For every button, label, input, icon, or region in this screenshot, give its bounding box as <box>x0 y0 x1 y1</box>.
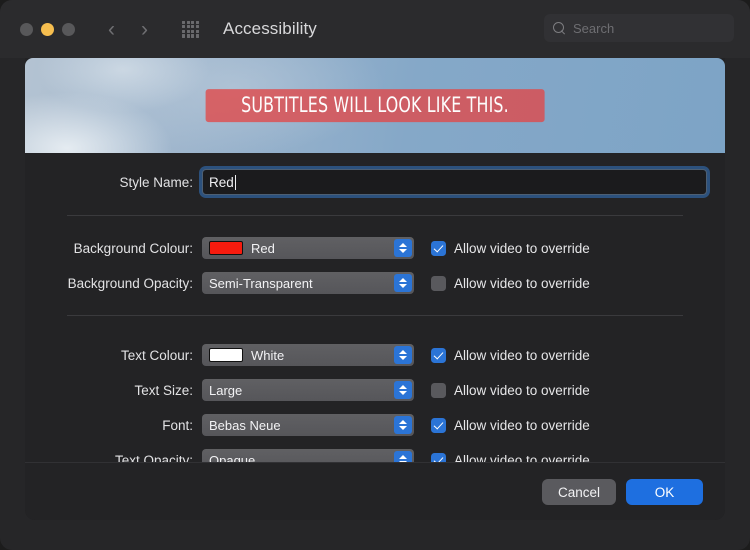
background-colour-stepper-icon[interactable] <box>394 239 412 257</box>
subtitle-style-sheet: SUBTITLES WILL LOOK LIKE THIS. Style Nam… <box>25 58 725 520</box>
background-colour-override[interactable]: Allow video to override <box>431 241 590 256</box>
text-size-stepper-icon[interactable] <box>394 381 412 399</box>
window-toolbar: ‹ › Accessibility Search <box>0 0 750 58</box>
background-opacity-override-label: Allow video to override <box>454 276 590 291</box>
text-colour-override-checkbox[interactable] <box>431 348 446 363</box>
text-colour-label: Text Colour: <box>25 348 202 363</box>
background-opacity-row: Background Opacity: Semi-Transparent All… <box>25 272 725 294</box>
style-name-label: Style Name: <box>25 175 202 190</box>
text-colour-override[interactable]: Allow video to override <box>431 348 590 363</box>
font-label: Font: <box>25 418 202 433</box>
background-opacity-override-checkbox[interactable] <box>431 276 446 291</box>
background-colour-swatch <box>209 241 243 255</box>
style-name-input[interactable]: Red <box>202 169 707 195</box>
background-colour-value: Red <box>251 241 275 256</box>
page-title: Accessibility <box>223 19 317 39</box>
background-colour-override-checkbox[interactable] <box>431 241 446 256</box>
text-colour-override-label: Allow video to override <box>454 348 590 363</box>
text-colour-value: White <box>251 348 284 363</box>
text-colour-row: Text Colour: White Allow video to overri… <box>25 344 725 366</box>
divider-top <box>67 215 683 216</box>
background-opacity-stepper-icon[interactable] <box>394 274 412 292</box>
close-button[interactable] <box>20 23 33 36</box>
background-colour-row: Background Colour: Red Allow video to ov… <box>25 237 725 259</box>
background-opacity-override[interactable]: Allow video to override <box>431 276 590 291</box>
style-name-row: Style Name: Red <box>25 169 725 195</box>
back-arrow-icon[interactable]: ‹ <box>108 19 115 40</box>
forward-arrow-icon[interactable]: › <box>141 19 148 40</box>
search-placeholder: Search <box>573 21 614 36</box>
style-name-field-wrap: Red <box>202 169 707 195</box>
background-colour-select[interactable]: Red <box>202 237 414 259</box>
preview-caption-text: SUBTITLES WILL LOOK LIKE THIS. <box>241 93 509 118</box>
background-opacity-value: Semi-Transparent <box>209 276 313 291</box>
font-row: Font: Bebas Neue Allow video to override <box>25 414 725 436</box>
text-colour-select[interactable]: White <box>202 344 414 366</box>
navigation-arrows: ‹ › <box>108 19 148 40</box>
font-stepper-icon[interactable] <box>394 416 412 434</box>
preview-caption: SUBTITLES WILL LOOK LIKE THIS. <box>206 89 545 123</box>
search-icon <box>553 22 566 35</box>
background-colour-override-label: Allow video to override <box>454 241 590 256</box>
traffic-lights <box>20 23 75 36</box>
maximize-button[interactable] <box>62 23 75 36</box>
accessibility-window: ‹ › Accessibility Search SUBTITLES WILL … <box>0 0 750 550</box>
cancel-button[interactable]: Cancel <box>542 479 616 505</box>
font-value: Bebas Neue <box>209 418 281 433</box>
background-colour-label: Background Colour: <box>25 241 202 256</box>
text-size-override-label: Allow video to override <box>454 383 590 398</box>
font-override-label: Allow video to override <box>454 418 590 433</box>
text-size-override[interactable]: Allow video to override <box>431 383 590 398</box>
font-select[interactable]: Bebas Neue <box>202 414 414 436</box>
search-field[interactable]: Search <box>544 14 734 42</box>
text-colour-stepper-icon[interactable] <box>394 346 412 364</box>
grid-view-icon[interactable] <box>182 21 199 38</box>
text-size-label: Text Size: <box>25 383 202 398</box>
text-size-select[interactable]: Large <box>202 379 414 401</box>
divider-middle <box>67 315 683 316</box>
text-size-override-checkbox[interactable] <box>431 383 446 398</box>
text-size-row: Text Size: Large Allow video to override <box>25 379 725 401</box>
text-size-value: Large <box>209 383 242 398</box>
minimize-button[interactable] <box>41 23 54 36</box>
background-opacity-label: Background Opacity: <box>25 276 202 291</box>
subtitle-preview: SUBTITLES WILL LOOK LIKE THIS. <box>25 58 725 153</box>
text-caret <box>235 175 236 190</box>
background-opacity-select[interactable]: Semi-Transparent <box>202 272 414 294</box>
style-name-value: Red <box>209 175 234 190</box>
sheet-body: Style Name: Red Background Colour: Red <box>25 153 725 520</box>
sheet-footer: Cancel OK <box>25 462 725 520</box>
text-colour-swatch <box>209 348 243 362</box>
font-override-checkbox[interactable] <box>431 418 446 433</box>
ok-button[interactable]: OK <box>626 479 703 505</box>
font-override[interactable]: Allow video to override <box>431 418 590 433</box>
